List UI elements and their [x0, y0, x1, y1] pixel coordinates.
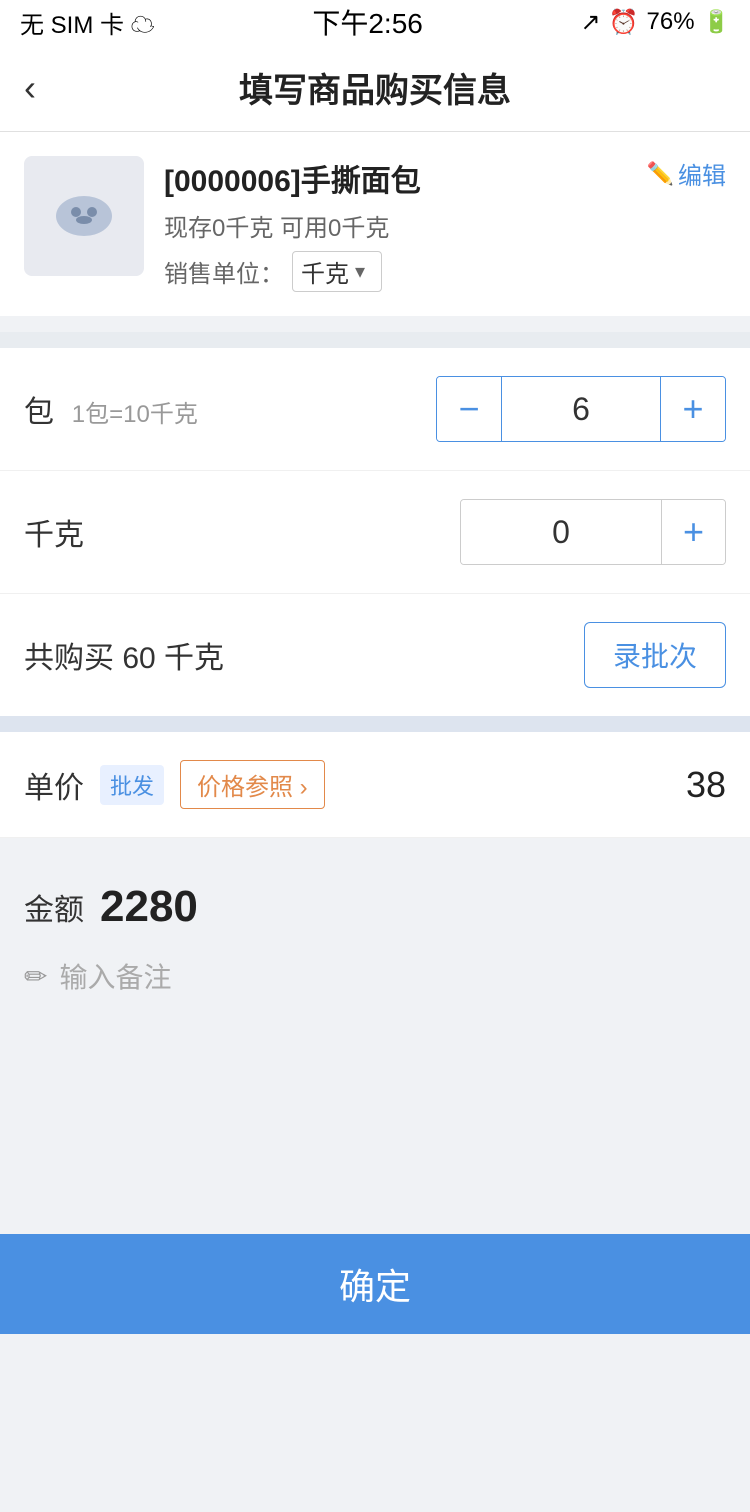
unit-label: 销售单位：	[164, 254, 284, 289]
total-text: 共购买 60 千克	[24, 633, 224, 677]
qty-label-kg: 千克	[24, 510, 84, 554]
unit-select[interactable]: 千克 ▾	[292, 251, 382, 292]
battery-icon: 🔋	[703, 9, 730, 35]
amount-label: 金额	[24, 885, 84, 929]
qty-control-kg: +	[460, 499, 726, 565]
confirm-bar[interactable]: 确定	[0, 1234, 750, 1334]
chevron-down-icon: ▾	[355, 259, 365, 284]
location-icon: ↗	[581, 8, 601, 37]
back-button[interactable]: ‹	[24, 67, 36, 109]
nav-bar: ‹ 填写商品购买信息	[0, 44, 750, 132]
edit-button[interactable]: ✏️ 编辑	[647, 156, 726, 191]
price-value: 38	[686, 764, 726, 806]
status-left: 无 SIM 卡 ☁	[20, 5, 155, 40]
pencil-icon: ✏	[24, 960, 47, 993]
edit-icon: ✏️	[647, 161, 674, 187]
product-section: [0000006]手撕面包 现存0千克 可用0千克 销售单位： 千克 ▾ ✏️ …	[0, 132, 750, 316]
quantity-section: 包 1包=10千克 − + 千克 +	[0, 348, 750, 594]
price-label: 单价	[24, 763, 84, 807]
quantity-row-bao: 包 1包=10千克 − +	[0, 348, 750, 471]
sim-label: 无 SIM 卡 ☁	[20, 5, 155, 40]
status-right: ↗ ⏰ 76% 🔋	[581, 8, 730, 37]
qty-plus-kg[interactable]: +	[661, 500, 725, 564]
section-divider-2	[0, 716, 750, 732]
price-badge: 批发	[100, 765, 164, 805]
remark-placeholder: 输入备注	[59, 956, 171, 996]
empty-space	[0, 1012, 750, 1412]
status-bar: 无 SIM 卡 ☁ 下午2:56 ↗ ⏰ 76% 🔋	[0, 0, 750, 44]
product-image	[24, 156, 144, 276]
batch-button[interactable]: 录批次	[584, 622, 726, 688]
quantity-row-kg: 千克 +	[0, 471, 750, 594]
price-ref-button[interactable]: 价格参照 ›	[180, 760, 325, 809]
alarm-icon: ⏰	[609, 8, 639, 37]
qty-input-bao[interactable]	[501, 377, 661, 441]
amount-section: 金额 2280 ✏ 输入备注	[0, 854, 750, 1012]
status-time: 下午2:56	[312, 2, 423, 42]
qty-control-bao: − +	[436, 376, 726, 442]
product-info: [0000006]手撕面包 现存0千克 可用0千克 销售单位： 千克 ▾	[164, 156, 726, 292]
battery-label: 76%	[647, 8, 695, 36]
amount-row: 金额 2280	[24, 882, 726, 932]
qty-hint-bao: 1包=10千克	[72, 401, 198, 428]
remark-row[interactable]: ✏ 输入备注	[24, 956, 726, 1012]
product-stock: 现存0千克 可用0千克	[164, 208, 726, 243]
section-divider-1	[0, 332, 750, 348]
qty-minus-bao[interactable]: −	[437, 377, 501, 441]
confirm-button-label: 确定	[339, 1258, 411, 1310]
qty-plus-bao[interactable]: +	[661, 377, 725, 441]
qty-label-bao: 包 1包=10千克	[24, 387, 198, 431]
product-name: [0000006]手撕面包	[164, 156, 726, 200]
amount-value: 2280	[100, 882, 198, 932]
page-title: 填写商品购买信息	[239, 63, 511, 112]
product-unit-row: 销售单位： 千克 ▾	[164, 251, 726, 292]
price-section: 单价 批发 价格参照 › 38	[0, 732, 750, 838]
product-logo-icon	[54, 186, 114, 246]
qty-input-kg[interactable]	[461, 500, 661, 564]
total-row: 共购买 60 千克 录批次	[0, 594, 750, 716]
